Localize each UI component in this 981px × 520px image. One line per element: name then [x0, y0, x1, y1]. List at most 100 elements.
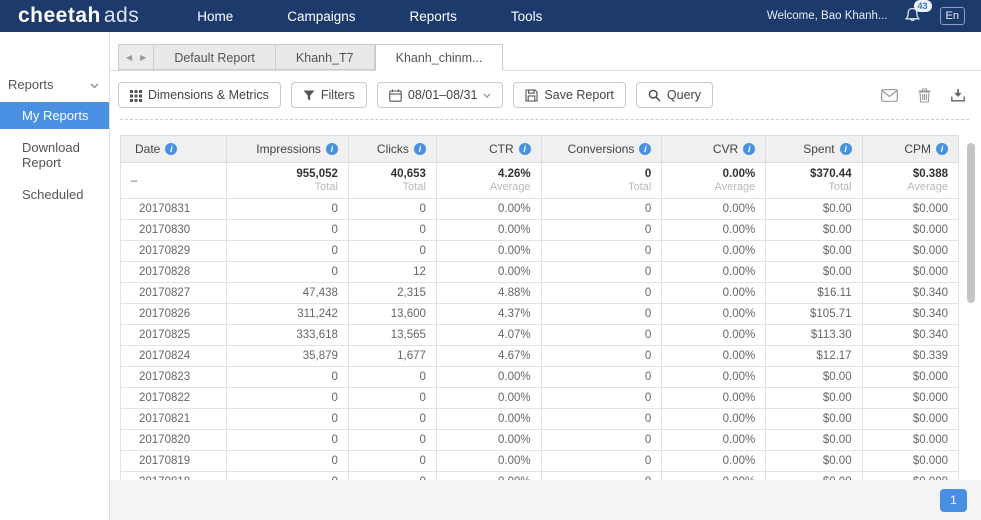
value-cell: 4.88% — [435, 282, 542, 304]
totals-cell: 40,653 Total — [347, 162, 437, 199]
table-row: 20170828 0 12 0.00% 0 0.00% $0.00 $0.000 — [120, 261, 960, 283]
value-cell: 0 — [225, 219, 349, 241]
table-row: 20170826 311,242 13,600 4.37% 0 0.00% $105.71 $… — [120, 303, 960, 325]
date-range-button[interactable]: 08/01–08/31 — [376, 82, 504, 108]
info-icon[interactable]: i — [839, 143, 852, 155]
logo-text-bold: cheetah — [18, 4, 101, 27]
value-cell: 12 — [347, 261, 437, 283]
nav-item-tools[interactable]: Tools — [511, 9, 543, 24]
save-report-button[interactable]: Save Report — [513, 82, 626, 108]
value-cell: 0.00% — [661, 471, 767, 480]
filters-label: Filters — [320, 88, 355, 102]
sidebar: Reports My Reports Download Report Sched… — [0, 32, 110, 520]
value-cell: $0.00 — [765, 408, 863, 430]
table-row: 20170823 0 0 0.00% 0 0.00% $0.00 $0.000 — [120, 366, 960, 388]
dimensions-metrics-button[interactable]: Dimensions & Metrics — [118, 82, 281, 108]
info-icon[interactable]: i — [165, 143, 178, 155]
value-cell: $0.00 — [765, 429, 863, 451]
value-cell: $0.000 — [861, 408, 960, 430]
value-cell: 0.00% — [661, 303, 767, 325]
value-cell: $0.000 — [861, 387, 960, 409]
column-label: CPM — [904, 142, 931, 156]
value-cell: 0 — [540, 471, 663, 480]
column-header-conversions[interactable]: Conversions i — [540, 135, 663, 163]
value-cell: 0.00% — [435, 198, 542, 220]
sidebar-section-reports[interactable]: Reports — [0, 72, 109, 97]
tab-default-report[interactable]: Default Report — [154, 44, 276, 70]
delete-report-button[interactable] — [918, 87, 931, 103]
info-icon[interactable]: i — [639, 143, 652, 155]
tab-khanh-t7[interactable]: Khanh_T7 — [275, 44, 375, 70]
value-cell: $0.000 — [861, 261, 960, 283]
value-cell: 0 — [347, 450, 437, 472]
top-navbar: cheetah ads Home Campaigns Reports Tools … — [0, 0, 981, 32]
value-cell: 0.00% — [435, 450, 542, 472]
info-icon[interactable]: i — [413, 143, 426, 155]
value-cell: 0 — [347, 240, 437, 262]
info-icon[interactable]: i — [518, 143, 531, 155]
column-label: CTR — [488, 142, 514, 156]
value-cell: 0.00% — [661, 345, 767, 367]
value-cell: 0 — [347, 366, 437, 388]
query-label: Query — [666, 88, 701, 102]
app-logo[interactable]: cheetah ads — [18, 4, 139, 28]
user-greeting[interactable]: Welcome, Bao Khanh... — [767, 10, 888, 22]
tab-scroll-left-icon[interactable]: ◀ — [124, 51, 134, 64]
column-header-cpm[interactable]: CPM i — [861, 135, 960, 163]
value-cell: 0.00% — [661, 240, 767, 262]
date-cell: 20170828 — [120, 261, 227, 283]
column-header-cvr[interactable]: CVR i — [661, 135, 767, 163]
report-toolbar: Dimensions & Metrics Filters 08/01–08/31 — [110, 71, 981, 118]
column-header-date[interactable]: Date i — [120, 135, 227, 163]
email-report-button[interactable] — [881, 88, 898, 102]
value-cell: 0.00% — [661, 219, 767, 241]
date-cell: 20170820 — [120, 429, 227, 451]
info-icon[interactable]: i — [743, 143, 756, 155]
value-cell: 0 — [540, 387, 663, 409]
nav-item-reports[interactable]: Reports — [410, 9, 457, 24]
calendar-icon — [389, 88, 402, 102]
value-cell: 0 — [347, 408, 437, 430]
date-cell: 20170818 — [120, 471, 227, 480]
funnel-icon — [303, 88, 315, 102]
download-report-button[interactable] — [951, 88, 965, 102]
value-cell: $0.000 — [861, 471, 960, 480]
info-icon[interactable]: i — [325, 143, 338, 155]
column-header-spent[interactable]: Spent i — [765, 135, 863, 163]
value-cell: 311,242 — [225, 303, 349, 325]
notifications-button[interactable]: 43 — [904, 0, 932, 26]
scrollbar-thumb[interactable] — [967, 143, 975, 303]
query-button[interactable]: Query — [635, 82, 713, 108]
sidebar-item-download-report[interactable]: Download Report — [0, 134, 109, 176]
report-table: Date i Impressions i Clicks i CTR i Conversions i… — [120, 135, 960, 480]
date-cell: 20170826 — [120, 303, 227, 325]
value-cell: 0 — [225, 408, 349, 430]
value-cell: 0 — [225, 240, 349, 262]
sidebar-item-scheduled[interactable]: Scheduled — [0, 181, 109, 208]
pagination-page-1[interactable]: 1 — [940, 488, 967, 512]
language-selector[interactable]: En — [939, 7, 965, 25]
column-header-impressions[interactable]: Impressions i — [225, 135, 349, 163]
sidebar-item-my-reports[interactable]: My Reports — [0, 102, 109, 129]
table-scrollbar[interactable] — [967, 143, 975, 473]
chevron-down-icon — [90, 77, 99, 92]
value-cell: 0 — [540, 303, 663, 325]
nav-item-home[interactable]: Home — [197, 9, 233, 24]
date-cell: 20170819 — [120, 450, 227, 472]
tab-khanh-chinm[interactable]: Khanh_chinm... — [374, 44, 504, 71]
save-report-label: Save Report — [544, 88, 614, 102]
column-header-clicks[interactable]: Clicks i — [347, 135, 437, 163]
info-icon[interactable]: i — [936, 143, 948, 155]
tab-scroll-right-icon[interactable]: ▶ — [138, 51, 148, 64]
toolbar-separator — [120, 119, 969, 120]
value-cell: 0.00% — [435, 387, 542, 409]
nav-item-campaigns[interactable]: Campaigns — [287, 9, 355, 24]
table-row: 20170820 0 0 0.00% 0 0.00% $0.00 $0.000 — [120, 429, 960, 451]
toolbar-right-icons — [881, 87, 965, 103]
column-header-ctr[interactable]: CTR i — [435, 135, 542, 163]
value-cell: 2,315 — [347, 282, 437, 304]
filters-button[interactable]: Filters — [290, 82, 367, 108]
value-cell: $0.339 — [861, 345, 960, 367]
date-cell: 20170827 — [120, 282, 227, 304]
value-cell: 4.37% — [435, 303, 542, 325]
